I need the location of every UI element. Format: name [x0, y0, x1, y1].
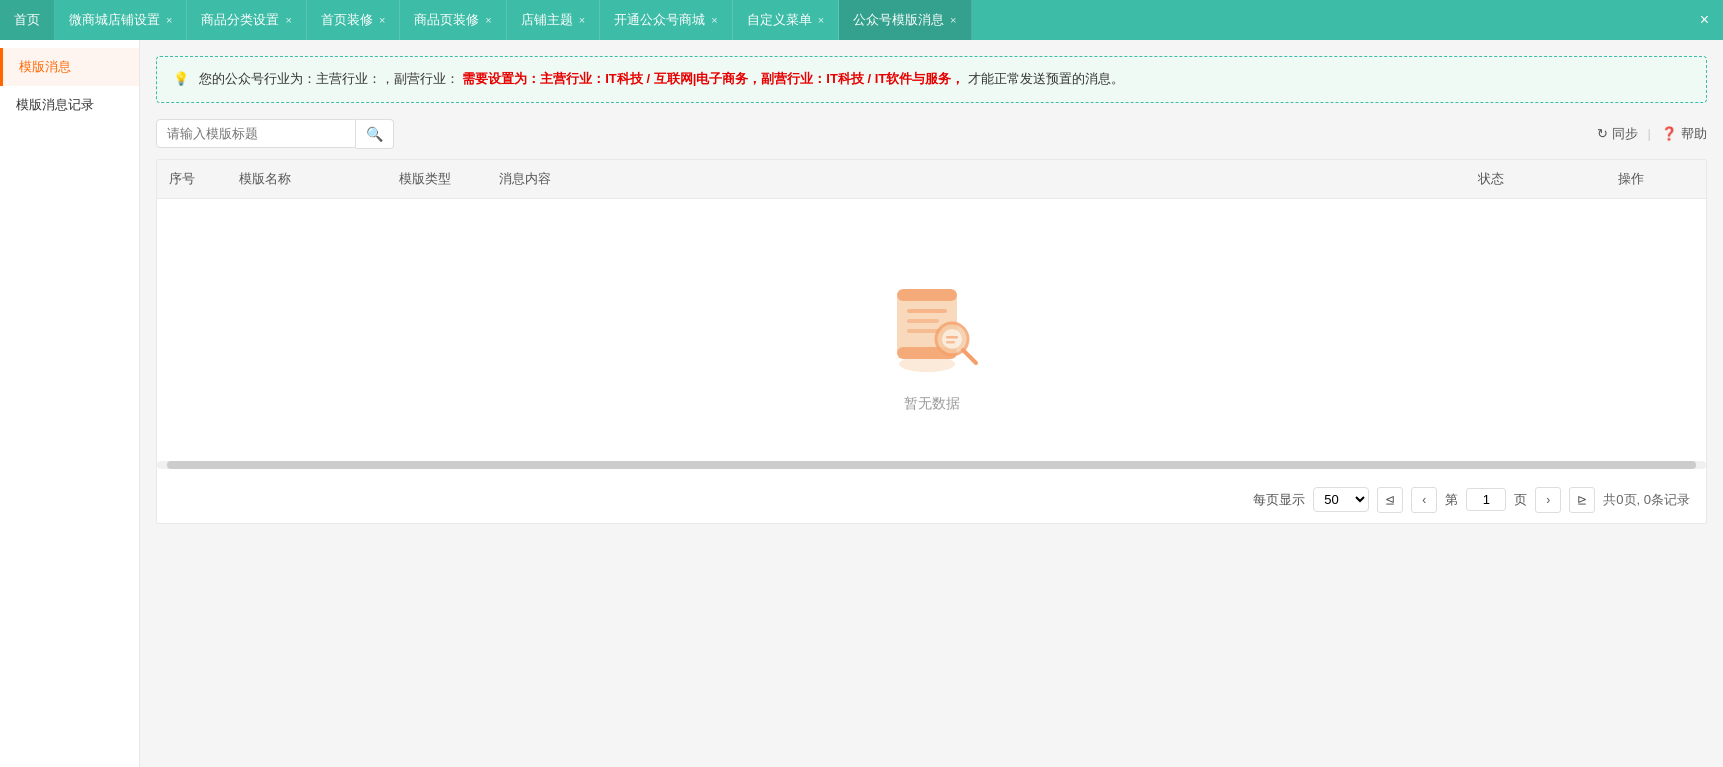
svg-rect-11	[946, 341, 955, 344]
empty-text: 暂无数据	[904, 395, 960, 413]
page-label-pre: 第	[1445, 491, 1458, 509]
svg-rect-10	[946, 336, 958, 339]
svg-line-9	[963, 350, 976, 363]
content-area: 💡 您的公众号行业为：主营行业：，副营行业： 需要设置为：主营行业：IT科技 /…	[140, 40, 1723, 767]
nav-tab-goods-decor[interactable]: 商品页装修 ×	[400, 0, 506, 40]
scrollbar-thumb[interactable]	[167, 461, 1696, 469]
nav-tab-open-mall-label: 开通公众号商城	[614, 11, 705, 29]
empty-icon	[872, 259, 992, 379]
scrollbar-track[interactable]	[157, 461, 1706, 469]
first-page-icon: ⊴	[1385, 493, 1395, 507]
next-page-icon: ›	[1546, 493, 1550, 507]
search-button[interactable]: 🔍	[356, 119, 394, 149]
nav-tab-shop-theme-label: 店铺主题	[521, 11, 573, 29]
nav-tab-home-decor[interactable]: 首页装修 ×	[307, 0, 400, 40]
nav-tab-shop-theme[interactable]: 店铺主题 ×	[507, 0, 600, 40]
help-label: 帮助	[1681, 125, 1707, 143]
close-home-decor[interactable]: ×	[379, 14, 385, 26]
sync-button[interactable]: ↻ 同步	[1597, 125, 1638, 143]
col-action: 操作	[1606, 160, 1706, 198]
sidebar-item-template-msg-label: 模版消息	[19, 59, 71, 74]
empty-state: 暂无数据	[157, 199, 1706, 453]
table-header: 序号 模版名称 模版类型 消息内容 状态 操作	[157, 160, 1706, 199]
page-number-input[interactable]	[1466, 488, 1506, 511]
nav-tab-open-mall[interactable]: 开通公众号商城 ×	[600, 0, 732, 40]
svg-rect-2	[897, 289, 957, 301]
sidebar-item-template-record-label: 模版消息记录	[16, 97, 94, 112]
nav-tab-template-msg[interactable]: 公众号模版消息 ×	[839, 0, 971, 40]
close-shop-theme[interactable]: ×	[579, 14, 585, 26]
close-goods-cat[interactable]: ×	[285, 14, 291, 26]
nav-tab-home[interactable]: 首页	[0, 0, 55, 40]
page-size-select[interactable]: 50 10 20 100	[1313, 487, 1369, 512]
table-wrapper: 序号 模版名称 模版类型 消息内容 状态 操作	[156, 159, 1707, 524]
nav-tab-wsc-shop-label: 微商城店铺设置	[69, 11, 160, 29]
nav-tab-custom-menu-label: 自定义菜单	[747, 11, 812, 29]
notice-icon: 💡	[173, 71, 189, 86]
toolbar: 🔍 ↻ 同步 | ❓ 帮助	[156, 119, 1707, 149]
pagination: 每页显示 50 10 20 100 ⊴ ‹ 第 页 ›	[157, 477, 1706, 523]
col-status: 状态	[1466, 160, 1606, 198]
close-custom-menu[interactable]: ×	[818, 14, 824, 26]
nav-tab-template-msg-label: 公众号模版消息	[853, 11, 944, 29]
prev-page-icon: ‹	[1422, 493, 1426, 507]
nav-tab-wsc-shop[interactable]: 微商城店铺设置 ×	[55, 0, 187, 40]
next-page-button[interactable]: ›	[1535, 487, 1561, 513]
last-page-button[interactable]: ⊵	[1569, 487, 1595, 513]
close-open-mall[interactable]: ×	[711, 14, 717, 26]
sidebar-item-template-record[interactable]: 模版消息记录	[0, 86, 139, 124]
nav-tab-home-label: 首页	[14, 11, 40, 29]
notice-box: 💡 您的公众号行业为：主营行业：，副营行业： 需要设置为：主营行业：IT科技 /…	[156, 56, 1707, 103]
nav-tab-home-decor-label: 首页装修	[321, 11, 373, 29]
col-name: 模版名称	[227, 160, 387, 198]
top-nav: 首页 微商城店铺设置 × 商品分类设置 × 首页装修 × 商品页装修 × 店铺主…	[0, 0, 1723, 40]
page-size-label: 每页显示	[1253, 491, 1305, 509]
svg-point-8	[942, 329, 962, 349]
help-button[interactable]: ❓ 帮助	[1661, 125, 1707, 143]
notice-highlight: 需要设置为：主营行业：IT科技 / 互联网|电子商务，副营行业：IT科技 / I…	[462, 71, 964, 86]
toolbar-divider: |	[1648, 126, 1651, 141]
prev-page-button[interactable]: ‹	[1411, 487, 1437, 513]
notice-suffix: 才能正常发送预置的消息。	[968, 71, 1124, 86]
nav-tab-custom-menu[interactable]: 自定义菜单 ×	[733, 0, 839, 40]
refresh-icon: ↻	[1597, 126, 1608, 141]
nav-tab-goods-decor-label: 商品页装修	[414, 11, 479, 29]
close-goods-decor[interactable]: ×	[485, 14, 491, 26]
close-wsc-shop[interactable]: ×	[166, 14, 172, 26]
search-input[interactable]	[156, 119, 356, 148]
page-label-suf: 页	[1514, 491, 1527, 509]
total-info: 共0页, 0条记录	[1603, 491, 1690, 509]
close-all-tabs[interactable]: ×	[1686, 11, 1723, 29]
notice-prefix: 您的公众号行业为：主营行业：，副营行业：	[199, 71, 459, 86]
search-icon: 🔍	[366, 126, 383, 142]
col-type: 模版类型	[387, 160, 487, 198]
nav-tab-goods-cat-label: 商品分类设置	[201, 11, 279, 29]
sidebar: 模版消息 模版消息记录	[0, 40, 140, 767]
col-seq: 序号	[157, 160, 227, 198]
sync-label: 同步	[1612, 125, 1638, 143]
help-icon: ❓	[1661, 126, 1677, 141]
first-page-button[interactable]: ⊴	[1377, 487, 1403, 513]
search-area: 🔍	[156, 119, 394, 149]
sidebar-item-template-msg[interactable]: 模版消息	[0, 48, 139, 86]
nav-tab-goods-cat[interactable]: 商品分类设置 ×	[187, 0, 306, 40]
main-layout: 模版消息 模版消息记录 💡 您的公众号行业为：主营行业：，副营行业： 需要设置为…	[0, 40, 1723, 767]
svg-rect-5	[907, 319, 939, 323]
toolbar-right: ↻ 同步 | ❓ 帮助	[1597, 125, 1707, 143]
col-content: 消息内容	[487, 160, 1466, 198]
svg-rect-4	[907, 309, 947, 313]
close-template-msg[interactable]: ×	[950, 14, 956, 26]
last-page-icon: ⊵	[1577, 493, 1587, 507]
